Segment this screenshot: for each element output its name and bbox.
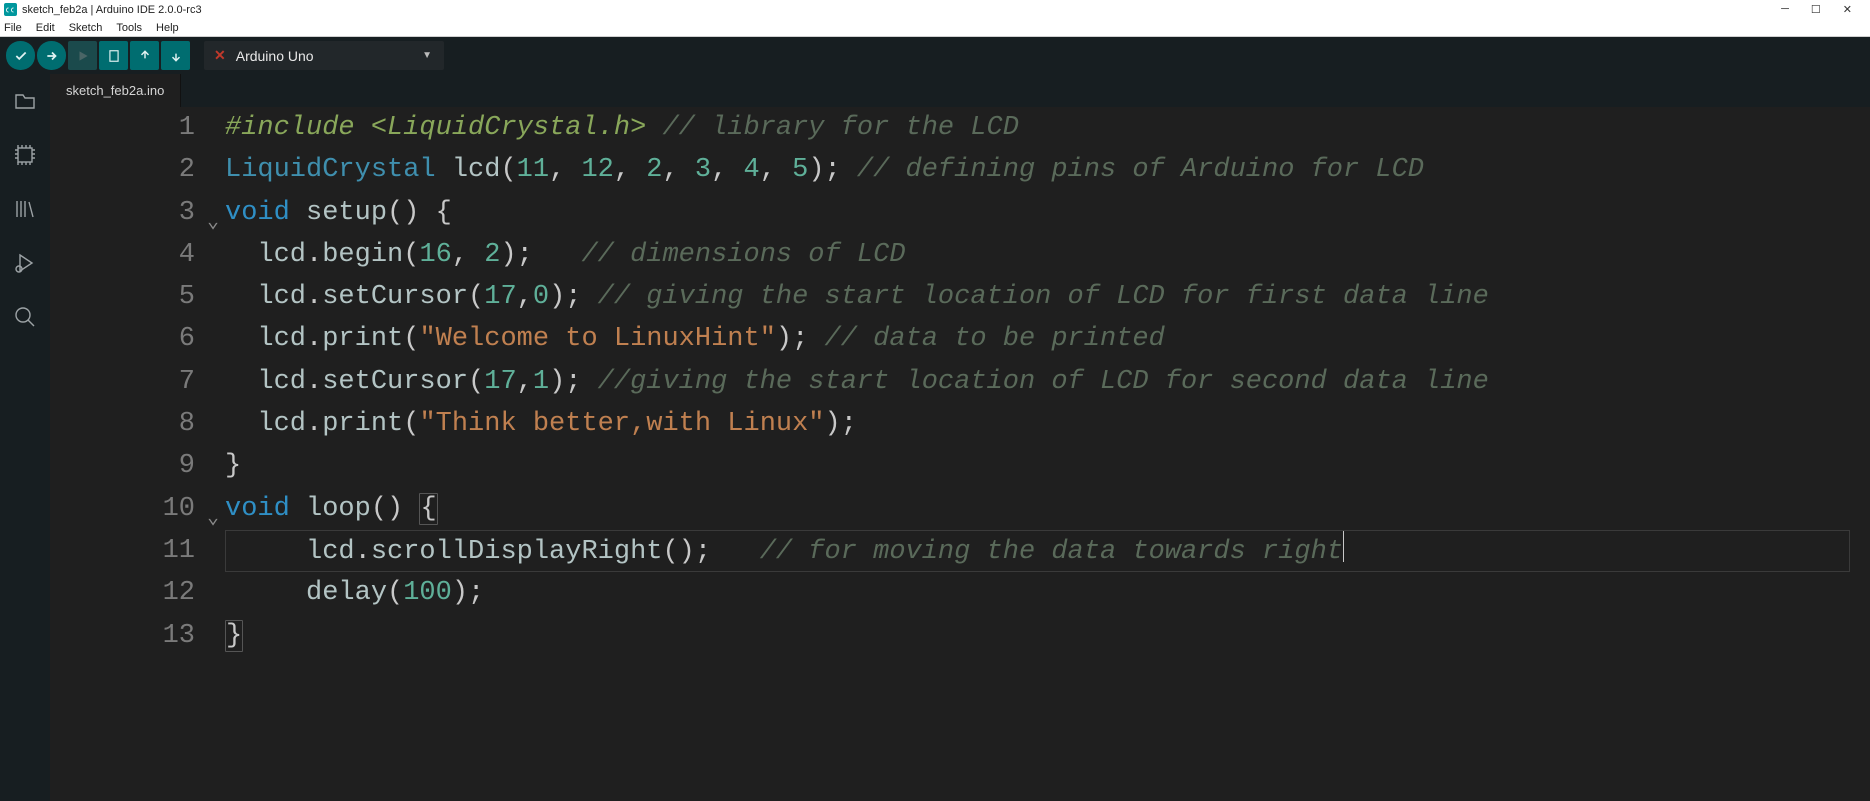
- code-line[interactable]: lcd.scrollDisplayRight(); // for moving …: [225, 530, 1870, 572]
- editor-tab[interactable]: sketch_feb2a.ino: [50, 74, 181, 107]
- code-line[interactable]: lcd.setCursor(17,1); //giving the start …: [225, 361, 1870, 403]
- verify-button[interactable]: [6, 41, 35, 70]
- text-cursor: [1343, 530, 1344, 562]
- line-number: 9: [50, 445, 195, 487]
- title-bar: sketch_feb2a | Arduino IDE 2.0.0-rc3 ─ ☐…: [0, 0, 1870, 19]
- code-line[interactable]: LiquidCrystal lcd(11, 12, 2, 3, 4, 5); /…: [225, 149, 1870, 191]
- main-area: sketch_feb2a.ino 123⌄45678910⌄111213 #in…: [0, 74, 1870, 801]
- line-number: 2: [50, 149, 195, 191]
- save-button[interactable]: [161, 41, 190, 70]
- line-number: 11: [50, 530, 195, 572]
- code-line[interactable]: lcd.print("Welcome to LinuxHint"); // da…: [225, 318, 1870, 360]
- line-number: 4: [50, 234, 195, 276]
- arduino-logo-icon: [4, 3, 17, 16]
- menu-edit[interactable]: Edit: [36, 22, 63, 34]
- board-selector[interactable]: ✕ Arduino Uno ▼: [204, 41, 444, 70]
- board-name: Arduino Uno: [236, 48, 422, 64]
- line-number: 8: [50, 403, 195, 445]
- code-line[interactable]: }: [225, 615, 1870, 657]
- code-line[interactable]: #include <LiquidCrystal.h> // library fo…: [225, 107, 1870, 149]
- library-manager-icon[interactable]: [12, 196, 38, 222]
- window-title: sketch_feb2a | Arduino IDE 2.0.0-rc3: [22, 4, 202, 16]
- code-line[interactable]: void loop() {: [225, 488, 1870, 530]
- toolbar: ✕ Arduino Uno ▼: [0, 37, 1870, 74]
- maximize-button[interactable]: ☐: [1811, 3, 1821, 16]
- line-number: 5: [50, 276, 195, 318]
- code-line[interactable]: lcd.begin(16, 2); // dimensions of LCD: [225, 234, 1870, 276]
- code-line[interactable]: delay(100);: [225, 572, 1870, 614]
- close-button[interactable]: ✕: [1843, 3, 1852, 16]
- boards-manager-icon[interactable]: [12, 142, 38, 168]
- open-button[interactable]: [130, 41, 159, 70]
- line-number: 12: [50, 572, 195, 614]
- line-number: 1: [50, 107, 195, 149]
- activity-bar: [0, 74, 50, 801]
- search-icon[interactable]: [12, 304, 38, 330]
- editor-area: sketch_feb2a.ino 123⌄45678910⌄111213 #in…: [50, 74, 1870, 801]
- code-line[interactable]: }: [225, 445, 1870, 487]
- editor-tab-label: sketch_feb2a.ino: [66, 83, 164, 98]
- debug-icon[interactable]: [12, 250, 38, 276]
- menu-help[interactable]: Help: [156, 22, 187, 34]
- chevron-down-icon: ▼: [422, 50, 432, 61]
- explorer-icon[interactable]: [12, 88, 38, 114]
- line-number: 7: [50, 361, 195, 403]
- code-line[interactable]: void setup() {: [225, 192, 1870, 234]
- code-line[interactable]: lcd.print("Think better,with Linux");: [225, 403, 1870, 445]
- line-number: 13: [50, 615, 195, 657]
- new-sketch-button[interactable]: [99, 41, 128, 70]
- debug-button: [68, 41, 97, 70]
- board-disconnected-icon: ✕: [214, 47, 226, 64]
- upload-button[interactable]: [37, 41, 66, 70]
- menu-sketch[interactable]: Sketch: [69, 22, 111, 34]
- minimize-button[interactable]: ─: [1781, 3, 1789, 16]
- line-number: 6: [50, 318, 195, 360]
- code-content[interactable]: #include <LiquidCrystal.h> // library fo…: [225, 107, 1870, 801]
- line-number: 3⌄: [50, 192, 195, 234]
- menu-bar: File Edit Sketch Tools Help: [0, 19, 1870, 37]
- fold-icon[interactable]: ⌄: [207, 498, 219, 540]
- line-gutter: 123⌄45678910⌄111213: [50, 107, 225, 801]
- menu-tools[interactable]: Tools: [116, 22, 150, 34]
- code-line[interactable]: lcd.setCursor(17,0); // giving the start…: [225, 276, 1870, 318]
- tab-bar: sketch_feb2a.ino: [50, 74, 1870, 107]
- line-number: 10⌄: [50, 488, 195, 530]
- menu-file[interactable]: File: [4, 22, 30, 34]
- fold-icon[interactable]: ⌄: [207, 202, 219, 244]
- code-editor[interactable]: 123⌄45678910⌄111213 #include <LiquidCrys…: [50, 107, 1870, 801]
